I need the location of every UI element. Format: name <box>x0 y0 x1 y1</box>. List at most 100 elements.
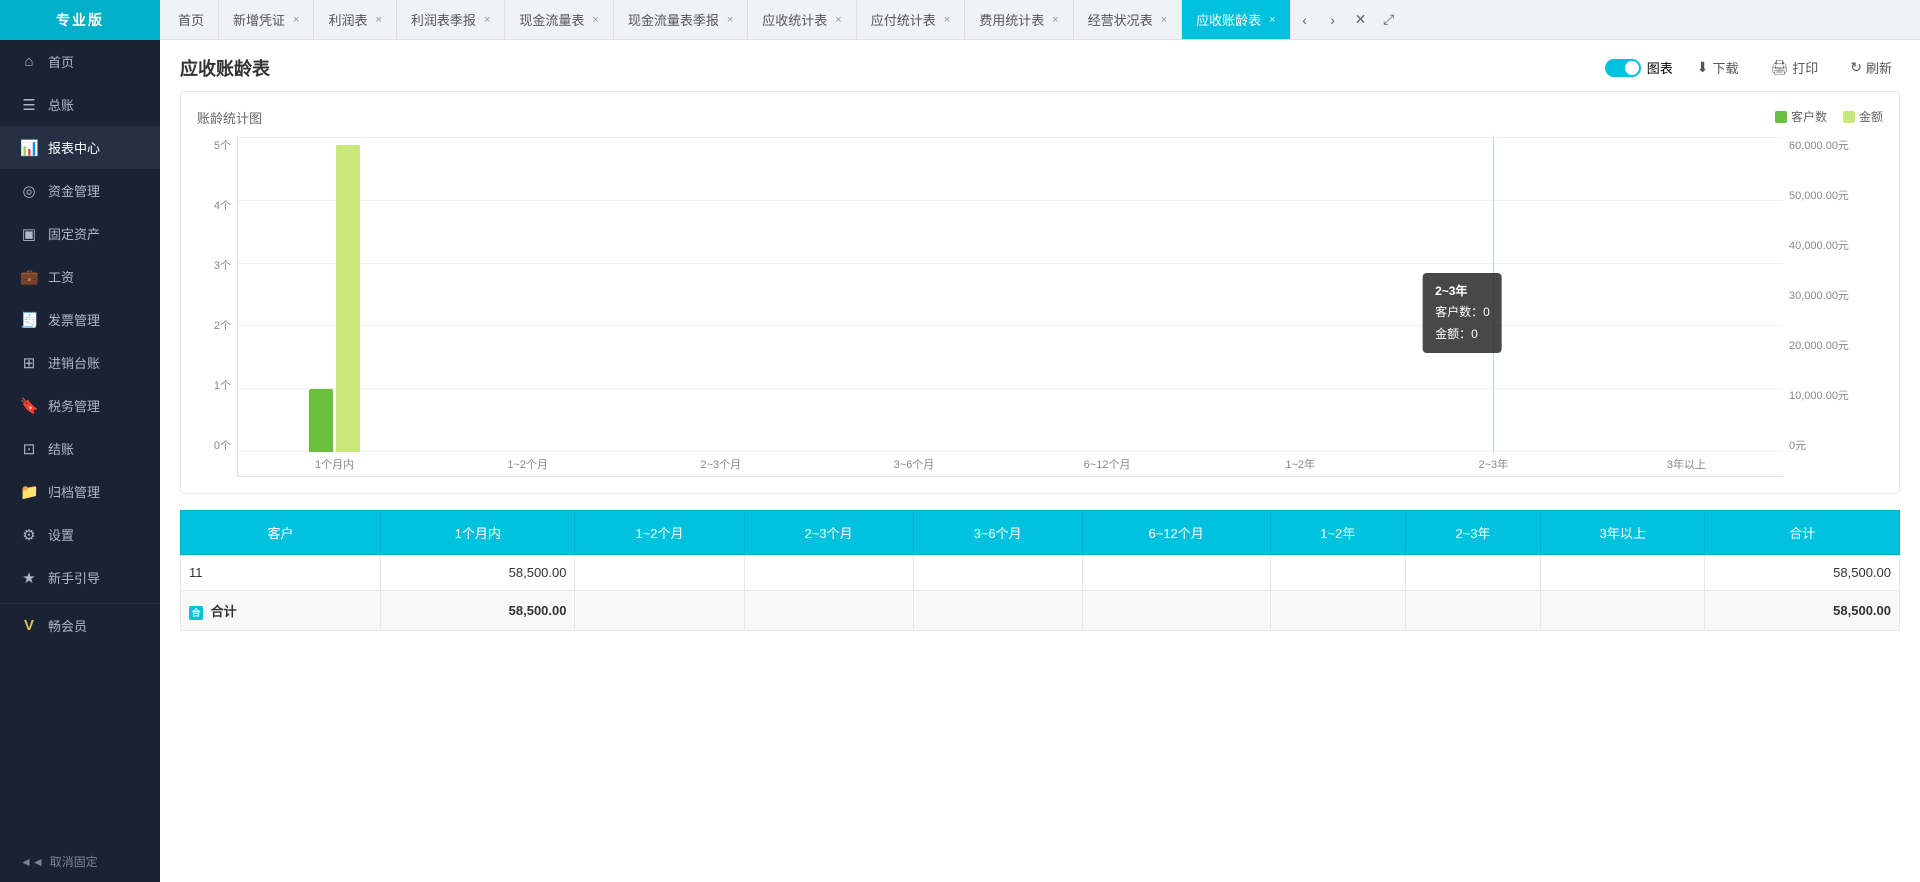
close-icon[interactable]: × <box>944 14 950 26</box>
x-label: 2~3个月 <box>624 452 817 476</box>
sidebar-item-guide[interactable]: ★ 新手引导 <box>0 556 160 599</box>
chart-bar-group <box>1011 137 1204 452</box>
legend-customer-count: 客户数 <box>1775 108 1827 125</box>
tab-cashflow[interactable]: 现金流量表 × <box>505 0 613 40</box>
cell-total-sum: 58,500.00 <box>1705 591 1900 631</box>
cell-m6 <box>1270 555 1405 591</box>
tab-receivable-stat-label: 应收统计表 <box>762 10 827 29</box>
closing-icon: ⊡ <box>20 440 38 458</box>
x-label: 2~3年 <box>1397 452 1590 476</box>
close-icon[interactable]: × <box>592 14 598 26</box>
tab-profit[interactable]: 利润表 × <box>314 0 396 40</box>
cell-total-m4 <box>913 591 1082 631</box>
sidebar-item-assets[interactable]: ▣ 固定资产 <box>0 212 160 255</box>
close-icon[interactable]: × <box>375 14 381 26</box>
tab-business-stat[interactable]: 经营状况表 × <box>1074 0 1182 40</box>
sidebar-item-label: 发票管理 <box>48 310 100 329</box>
settings-icon: ⚙ <box>20 526 38 544</box>
chart-bar-group <box>238 137 431 452</box>
tab-payable-stat[interactable]: 应付统计表 × <box>857 0 965 40</box>
cell-total-m5 <box>1082 591 1270 631</box>
tab-aging[interactable]: 应收账龄表 × <box>1182 0 1290 40</box>
tab-profit-quarterly[interactable]: 利润表季报 × <box>397 0 505 40</box>
sidebar-item-label: 总账 <box>48 95 74 114</box>
sidebar-item-invoice[interactable]: 🧾 发票管理 <box>0 298 160 341</box>
tab-voucher[interactable]: 新增凭证 × <box>219 0 314 40</box>
chart-bar-group <box>431 137 624 452</box>
reports-icon: 📊 <box>20 139 38 157</box>
cell-m8 <box>1541 555 1705 591</box>
bar-customer <box>309 389 333 452</box>
sidebar-item-inventory[interactable]: ⊞ 进销台账 <box>0 341 160 384</box>
sidebar-item-label: 新手引导 <box>48 568 100 587</box>
x-label: 1~2年 <box>1204 452 1397 476</box>
download-button[interactable]: ⬇ 下载 <box>1689 54 1747 81</box>
table-header-row: 客户 1个月内 1~2个月 2~3个月 3~6个月 6~12个月 1~2年 2~… <box>181 511 1900 555</box>
page-title: 应收账龄表 <box>180 55 1605 81</box>
invoice-icon: 🧾 <box>20 311 38 329</box>
home-icon: ⌂ <box>20 53 38 70</box>
print-button[interactable]: 🖨 打印 <box>1762 54 1826 81</box>
tab-next-button[interactable]: › <box>1319 6 1347 34</box>
tab-close-all-button[interactable]: ✕ <box>1347 6 1375 34</box>
x-label: 6~12个月 <box>1011 452 1204 476</box>
toggle-label: 图表 <box>1647 58 1673 77</box>
sidebar-item-reports[interactable]: 📊 报表中心 <box>0 126 160 169</box>
tab-home-label: 首页 <box>178 10 204 29</box>
sidebar-item-salary[interactable]: 💼 工资 <box>0 255 160 298</box>
tab-cashflow-quarterly[interactable]: 现金流量表季报 × <box>614 0 748 40</box>
sidebar-item-label: 税务管理 <box>48 396 100 415</box>
close-icon[interactable]: × <box>835 14 841 26</box>
sidebar-item-label: 结账 <box>48 439 74 458</box>
sidebar-item-home[interactable]: ⌂ 首页 <box>0 40 160 83</box>
col-total: 合计 <box>1705 511 1900 555</box>
tab-bar: 首页 新增凭证 × 利润表 × 利润表季报 × 现金流量表 × 现金流量表季报 … <box>160 0 1920 40</box>
main-content: 首页 新增凭证 × 利润表 × 利润表季报 × 现金流量表 × 现金流量表季报 … <box>160 0 1920 882</box>
inventory-icon: ⊞ <box>20 354 38 372</box>
archive-icon: 📁 <box>20 483 38 501</box>
total-icon: 合 <box>189 606 203 620</box>
tab-receivable-stat[interactable]: 应收统计表 × <box>748 0 856 40</box>
close-icon[interactable]: × <box>1161 14 1167 26</box>
sidebar-item-label: 报表中心 <box>48 138 100 157</box>
ledger-icon: ☰ <box>20 96 38 114</box>
chart-toggle[interactable]: 图表 <box>1605 58 1673 77</box>
close-icon[interactable]: × <box>1269 14 1275 26</box>
tab-voucher-label: 新增凭证 <box>233 10 285 29</box>
refresh-button[interactable]: ↻ 刷新 <box>1842 54 1900 81</box>
toggle-track[interactable] <box>1605 59 1641 77</box>
y-axis-left: 5个 4个 3个 2个 1个 0个 <box>197 137 237 477</box>
sidebar-item-label: 畅会员 <box>48 616 87 635</box>
sidebar-item-funds[interactable]: ◎ 资金管理 <box>0 169 160 212</box>
sidebar-item-ledger[interactable]: ☰ 总账 <box>0 83 160 126</box>
y-axis-right: 60,000.00元 50,000.00元 40,000.00元 30,000.… <box>1783 137 1883 477</box>
col-m3: 2~3个月 <box>744 511 913 555</box>
tab-expense-stat[interactable]: 费用统计表 × <box>965 0 1073 40</box>
close-icon[interactable]: × <box>293 14 299 26</box>
tab-expense-stat-label: 费用统计表 <box>979 10 1044 29</box>
chart-legend: 客户数 金额 <box>1775 108 1883 125</box>
sidebar-item-settings[interactable]: ⚙ 设置 <box>0 513 160 556</box>
close-icon[interactable]: × <box>484 14 490 26</box>
legend-amount: 金额 <box>1843 108 1883 125</box>
sidebar-item-tax[interactable]: 🔖 税务管理 <box>0 384 160 427</box>
member-icon: V <box>20 617 38 634</box>
col-m6: 1~2年 <box>1270 511 1405 555</box>
chart-bar-group <box>1590 137 1783 452</box>
sidebar-item-closing[interactable]: ⊡ 结账 <box>0 427 160 470</box>
x-label: 3~6个月 <box>817 452 1010 476</box>
sidebar-item-archive[interactable]: 📁 归档管理 <box>0 470 160 513</box>
salary-icon: 💼 <box>20 268 38 286</box>
tab-prev-button[interactable]: ‹ <box>1291 6 1319 34</box>
tab-expand-button[interactable]: ⤢ <box>1375 6 1403 34</box>
sidebar-item-member[interactable]: V 畅会员 <box>0 603 160 647</box>
chart-bar-group <box>624 137 817 452</box>
x-label: 1~2个月 <box>431 452 624 476</box>
toggle-thumb <box>1625 61 1639 75</box>
sidebar-pin-toggle[interactable]: ◄◄ 取消固定 <box>0 841 160 882</box>
close-icon[interactable]: × <box>727 14 733 26</box>
close-icon[interactable]: × <box>1052 14 1058 26</box>
sidebar-item-label: 首页 <box>48 52 74 71</box>
sidebar-item-label: 进销台账 <box>48 353 100 372</box>
tab-home[interactable]: 首页 <box>164 0 219 40</box>
